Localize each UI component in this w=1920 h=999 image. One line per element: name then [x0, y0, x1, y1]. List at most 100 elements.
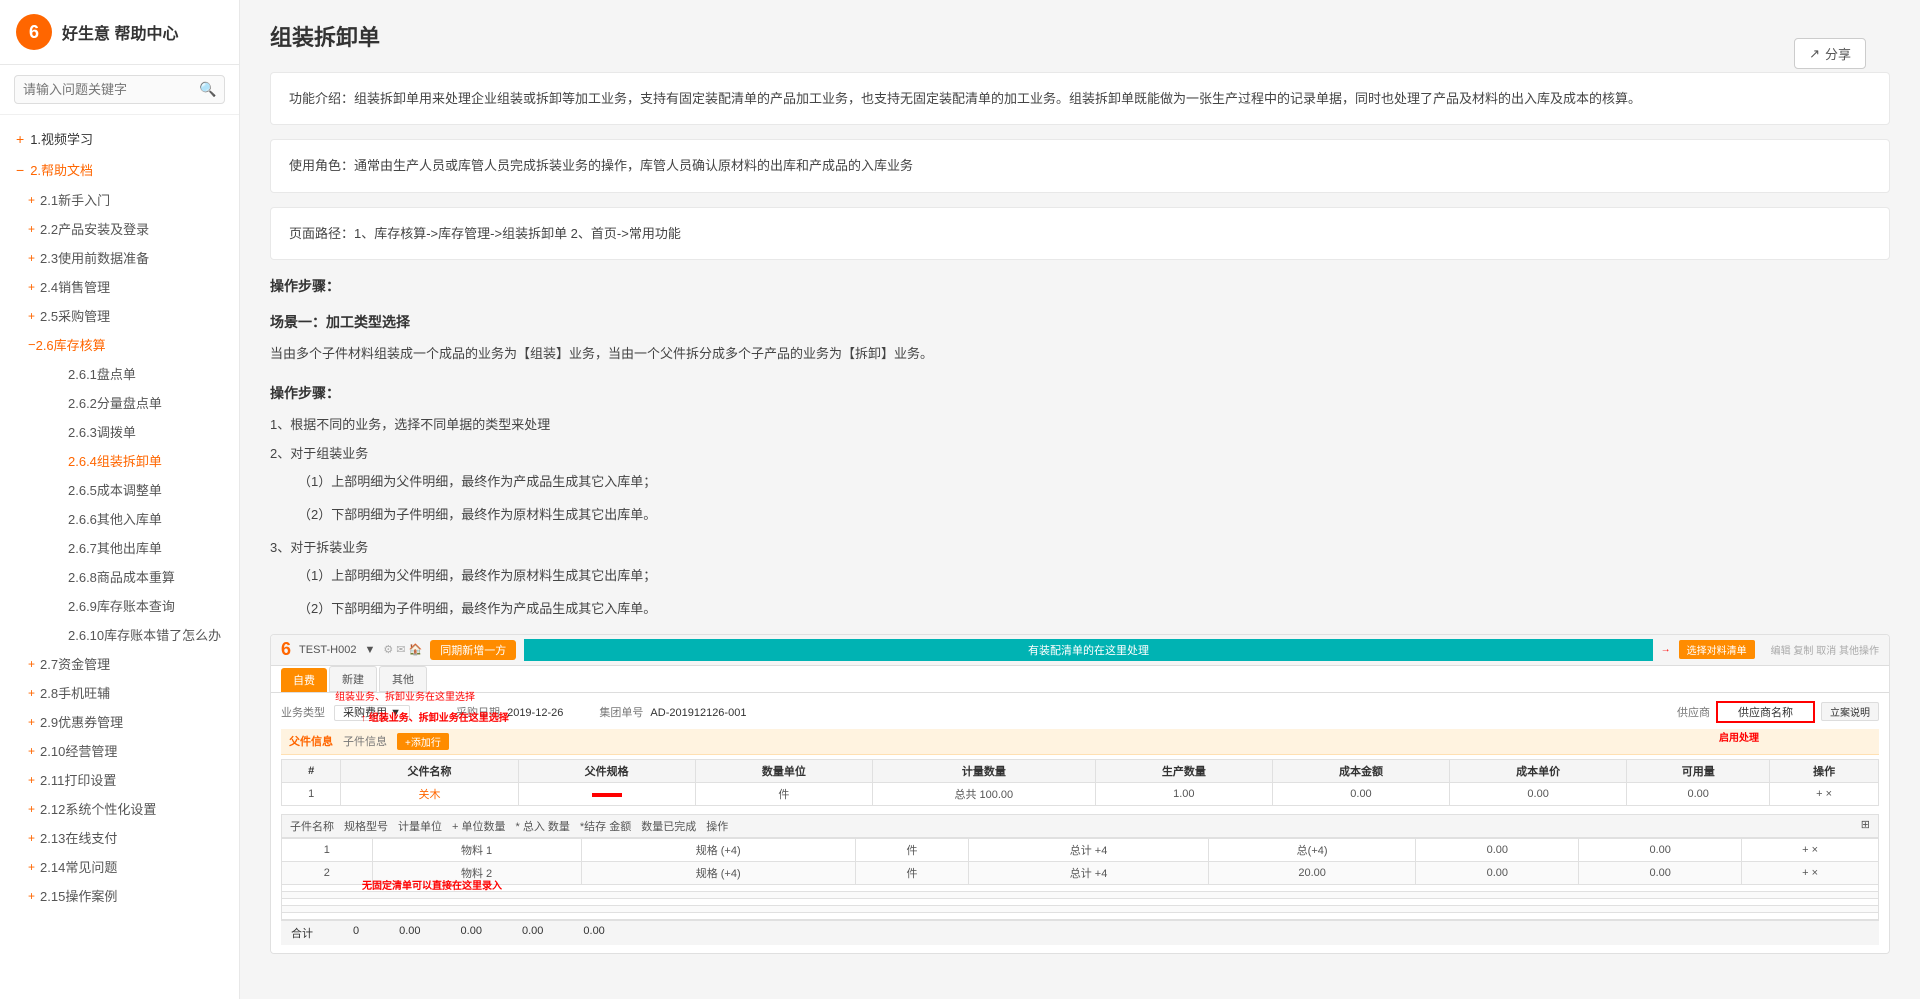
sidebar-item-install[interactable]: + 2.2产品安装及登录 [28, 214, 239, 243]
sim-process-btn[interactable]: 选择对料清单 [1679, 640, 1755, 659]
sim-screen: 6 TEST-H002 ▼ ⚙ ✉ 🏠 同期新增一方 有装配清单的在这里处理 →… [271, 635, 1889, 953]
search-input[interactable] [23, 82, 199, 97]
sidebar-item-video[interactable]: + 1.视频学习 [0, 123, 239, 154]
sim-top-bar: 6 TEST-H002 ▼ ⚙ ✉ 🏠 同期新增一方 有装配清单的在这里处理 →… [271, 635, 1889, 666]
operation-steps-title: 操作步骤： [270, 276, 1890, 296]
sim-confirm-btn[interactable]: 立案说明 [1821, 702, 1879, 721]
step1: 1、根据不同的业务，选择不同单据的类型来处理 [270, 413, 1890, 438]
td-sub-amt: 0.00 [1416, 838, 1579, 861]
td-1: 1 [282, 782, 341, 805]
step2-2: （2）下部明细为子件明细，最终作为原材料生成其它出库单。 [270, 503, 1890, 528]
step2: 2、对于组装业务 [270, 442, 1890, 467]
path-text: 页面路径：1、库存核算->库存管理->组装拆卸单 2、首页->常用功能 [289, 226, 681, 241]
th-actions: 操作 [1770, 759, 1879, 782]
sidebar-item-print[interactable]: + 2.11打印设置 [28, 765, 239, 794]
td-action[interactable]: + × [1770, 782, 1879, 805]
sidebar-item-payment[interactable]: + 2.13在线支付 [28, 823, 239, 852]
sidebar-item-2-6-5[interactable]: 2.6.5成本调整单 [68, 475, 239, 504]
sidebar-item-finance[interactable]: + 2.7资金管理 [28, 649, 239, 678]
sim-sub-label6: *结存 金额 [580, 818, 631, 834]
sim-teal-banner: 有装配清单的在这里处理 [524, 639, 1652, 661]
sidebar-item-2-6-9[interactable]: 2.6.9库存账本查询 [68, 591, 239, 620]
note-label: 无固定清单可以直接在这里录入 [362, 877, 502, 892]
td-avail: 0.00 [1627, 782, 1770, 805]
sidebar-item-cases[interactable]: + 2.15操作案例 [28, 881, 239, 910]
sidebar-item-sales[interactable]: + 2.4销售管理 [28, 272, 239, 301]
sim-sub-table: 1 物料 1 规格 (+4) 件 总计 +4 总(+4) 0.00 0.00 +… [281, 838, 1879, 920]
sidebar-item-2-6-2[interactable]: 2.6.2分量盘点单 [68, 388, 239, 417]
sim-footer-v4: 0.00 [522, 925, 543, 941]
td-sub-unit-qty2: 总计 +4 [969, 861, 1208, 884]
td-sub-finish: 0.00 [1579, 838, 1742, 861]
sidebar-section-label: 2.帮助文档 [30, 160, 223, 179]
path-block: 页面路径：1、库存核算->库存管理->组装拆卸单 2、首页->常用功能 [270, 207, 1890, 260]
sim-footer-v2: 0.00 [399, 925, 420, 941]
sidebar-item-docs[interactable]: − 2.帮助文档 [0, 154, 239, 185]
sim-footer-label: 合计 [291, 925, 313, 941]
search-icon[interactable]: 🔍 [199, 81, 216, 98]
nav-sub-inventory: 2.6.1盘点单 2.6.2分量盘点单 2.6.3调拨单 2.6.4组装拆卸单 … [28, 359, 239, 649]
sidebar-item-ops[interactable]: + 2.10经营管理 [28, 736, 239, 765]
sim-footer-v5: 0.00 [583, 925, 604, 941]
sim-expand-icon[interactable]: ⊞ [1861, 818, 1870, 834]
td-empty4 [282, 898, 1879, 905]
search-bar: 🔍 [0, 65, 239, 115]
plus-icon: + [28, 193, 35, 207]
sim-form-order: 集团单号 AD-201912126-001 [599, 704, 746, 720]
sidebar-item-system[interactable]: + 2.12系统个性化设置 [28, 794, 239, 823]
sim-sub-label2: 规格型号 [344, 818, 388, 834]
sim-order-value: AD-201912126-001 [650, 707, 746, 719]
sidebar-item-faq[interactable]: + 2.14常见问题 [28, 852, 239, 881]
share-button[interactable]: ↗ 分享 [1794, 38, 1866, 69]
th-measure-qty: 计量数量 [872, 759, 1095, 782]
sim-form-row1: 业务类型 采购费用 ▼ 组装业务、拆卸业务在这里选择 采购日期 2019-12-… [281, 701, 1879, 723]
sim-orange-btn[interactable]: 同期新增一方 [430, 640, 516, 660]
th-parent-name: 父件名称 [341, 759, 518, 782]
sim-section-label2: 子件信息 [343, 733, 387, 750]
sidebar-item-2-6-3[interactable]: 2.6.3调拨单 [68, 417, 239, 446]
sim-logo: 6 [281, 639, 291, 660]
sidebar-item-newbie[interactable]: + 2.1新手入门 [28, 185, 239, 214]
td-cost-amt: 0.00 [1272, 782, 1449, 805]
td-sub-finish2: 0.00 [1579, 861, 1742, 884]
sidebar-item-2-6-8[interactable]: 2.6.8商品成本重算 [68, 562, 239, 591]
step3-1: （1）上部明细为父件明细，最终作为原材料生成其它出库单； [270, 564, 1890, 589]
sim-supplier-input[interactable]: 供应商名称 [1716, 701, 1815, 723]
sidebar-item-2-6-6[interactable]: 2.6.6其他入库单 [68, 504, 239, 533]
plus-icon: + [16, 131, 24, 147]
sim-footer: 合计 0 0.00 0.00 0.00 0.00 [281, 920, 1879, 945]
td-name-text: 关木 [419, 789, 441, 801]
sidebar-item-data-prep[interactable]: + 2.3使用前数据准备 [28, 243, 239, 272]
share-icon: ↗ [1809, 46, 1820, 62]
sim-tab-active[interactable]: 自费 [281, 668, 327, 692]
sidebar-item-2-6-7[interactable]: 2.6.7其他出库单 [68, 533, 239, 562]
sim-sub-header: 子件名称 规格型号 计量单位 + 单位数量 * 总入 数量 *结存 金额 数量已… [281, 814, 1879, 838]
sim-footer-v3: 0.00 [461, 925, 482, 941]
td-spec-input[interactable] [592, 793, 622, 797]
td-spec [518, 782, 695, 805]
td-empty6 [282, 912, 1879, 919]
sim-sub-label5: * 总入 数量 [515, 818, 569, 834]
sidebar-item-mobile[interactable]: + 2.8手机旺辅 [28, 678, 239, 707]
sim-table: # 父件名称 父件规格 数量单位 计量数量 生产数量 成本金额 成本单价 可用量… [281, 759, 1879, 806]
sim-sub-label8: 操作 [706, 818, 728, 834]
search-wrap[interactable]: 🔍 [14, 75, 225, 104]
td-sub-name: 物料 1 [372, 838, 581, 861]
sim-add-row-btn[interactable]: +添加行 [397, 733, 449, 750]
td-sub-action2[interactable]: + × [1742, 861, 1879, 884]
sim-section-header-wrap: 父件信息 子件信息 +添加行 ↑ 组装业务、拆卸业务在这里选择 启用处理 [281, 729, 1879, 755]
sidebar-item-coupon[interactable]: + 2.9优惠券管理 [28, 707, 239, 736]
sim-sub-section: 子件名称 规格型号 计量单位 + 单位数量 * 总入 数量 *结存 金额 数量已… [281, 814, 1879, 945]
td-sub-action[interactable]: + × [1742, 838, 1879, 861]
sidebar-item-purchase[interactable]: + 2.5采购管理 [28, 301, 239, 330]
sidebar-item-2-6-10[interactable]: 2.6.10库存账本错了怎么办 [68, 620, 239, 649]
td-sub-spec2: 规格 (+4) [581, 861, 855, 884]
sidebar-item-2-6-4[interactable]: 2.6.4组装拆卸单 [68, 446, 239, 475]
td-name: 关木 [341, 782, 518, 805]
th-cost-price: 成本单价 [1450, 759, 1627, 782]
th-parent-spec: 父件规格 [518, 759, 695, 782]
sidebar-item-2-6-1[interactable]: 2.6.1盘点单 [68, 359, 239, 388]
td-unit: 件 [695, 782, 872, 805]
sidebar-item-inventory[interactable]: − 2.6库存核算 [28, 330, 239, 359]
plus-icon: + [28, 251, 35, 265]
